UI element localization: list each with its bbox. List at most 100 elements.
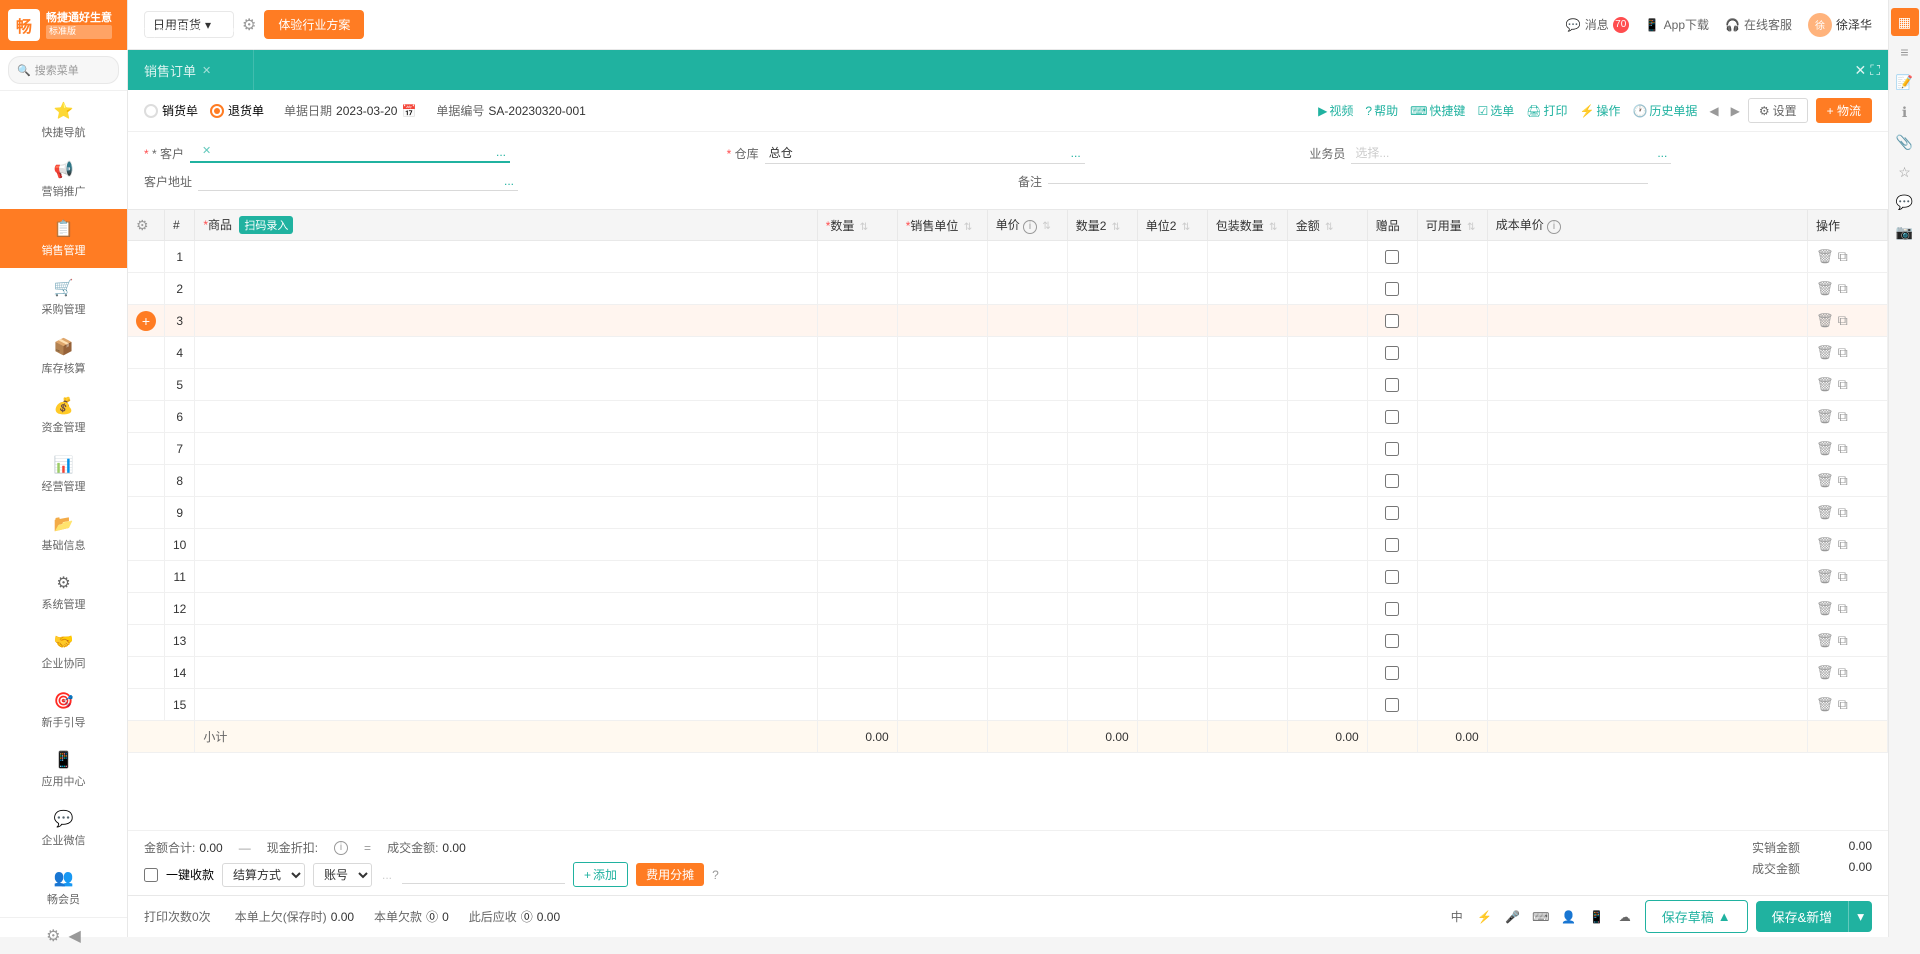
available-cell[interactable]	[1417, 657, 1487, 689]
copy-row-icon[interactable]: ⧉	[1838, 696, 1848, 713]
cost-price-cell[interactable]	[1487, 497, 1807, 529]
amount-cell[interactable]	[1287, 433, 1367, 465]
price-cell[interactable]	[987, 529, 1067, 561]
calc-method-select[interactable]: 结算方式	[222, 863, 305, 887]
return-radio[interactable]: 退货单	[210, 102, 264, 119]
salesperson-input[interactable]: 选择... ...	[1351, 142, 1671, 164]
right-panel-table-view-button[interactable]: ▦	[1891, 8, 1919, 36]
s-icon-7[interactable]: ☁	[1613, 905, 1637, 929]
amount-input[interactable]	[402, 865, 565, 884]
copy-row-icon[interactable]: ⧉	[1838, 312, 1848, 329]
product-cell[interactable]	[195, 465, 817, 497]
gift-checkbox[interactable]	[1385, 314, 1399, 328]
sidebar-item-guide[interactable]: 🎯新手引导	[0, 681, 127, 740]
qty2-cell[interactable]	[1067, 369, 1137, 401]
price-cell[interactable]	[987, 369, 1067, 401]
unit2-cell[interactable]	[1137, 401, 1207, 433]
calendar-icon[interactable]: 📅	[401, 104, 416, 118]
copy-row-icon[interactable]: ⧉	[1838, 568, 1848, 585]
delete-row-icon[interactable]: 🗑	[1816, 344, 1834, 361]
copy-row-icon[interactable]: ⧉	[1838, 536, 1848, 553]
sidebar-item-sales[interactable]: 📋销售管理	[0, 209, 127, 268]
unit-cell[interactable]	[897, 369, 987, 401]
available-cell[interactable]	[1417, 689, 1487, 721]
one-click-payment-checkbox[interactable]	[144, 868, 158, 882]
product-cell[interactable]	[195, 241, 817, 273]
qty-cell[interactable]	[817, 465, 897, 497]
unit-cell[interactable]	[897, 465, 987, 497]
gift-checkbox[interactable]	[1385, 346, 1399, 360]
sidebar-item-enterprise[interactable]: 🤝企业协同	[0, 622, 127, 681]
copy-row-icon[interactable]: ⧉	[1838, 472, 1848, 489]
gift-cell[interactable]	[1367, 401, 1417, 433]
right-panel-info-button[interactable]: ℹ	[1891, 98, 1919, 126]
product-cell[interactable]	[195, 593, 817, 625]
cost-price-cell[interactable]	[1487, 401, 1807, 433]
right-panel-notes-button[interactable]: 📝	[1891, 68, 1919, 96]
unit2-cell[interactable]	[1137, 625, 1207, 657]
amount-cell[interactable]	[1287, 529, 1367, 561]
operate-link[interactable]: ⚡ 操作	[1579, 102, 1620, 119]
price-cell[interactable]	[987, 337, 1067, 369]
user-menu-button[interactable]: 徐 徐泽华	[1808, 13, 1872, 37]
copy-row-icon[interactable]: ⧉	[1838, 664, 1848, 681]
pack-qty-cell[interactable]	[1207, 465, 1287, 497]
delete-row-icon[interactable]: 🗑	[1816, 696, 1834, 713]
pack-qty-cell[interactable]	[1207, 305, 1287, 337]
cost-price-cell[interactable]	[1487, 529, 1807, 561]
product-cell[interactable]	[195, 561, 817, 593]
qty-cell[interactable]	[817, 337, 897, 369]
gift-checkbox[interactable]	[1385, 282, 1399, 296]
pack-qty-cell[interactable]	[1207, 369, 1287, 401]
qty-cell[interactable]	[817, 561, 897, 593]
qty2-cell[interactable]	[1067, 273, 1137, 305]
gift-checkbox[interactable]	[1385, 698, 1399, 712]
tab-home[interactable]: 首页	[128, 0, 254, 10]
unit2-cell[interactable]	[1137, 561, 1207, 593]
messages-button[interactable]: 💬 消息 70	[1566, 16, 1629, 33]
print-link[interactable]: 🖨 打印	[1526, 102, 1567, 119]
gift-cell[interactable]	[1367, 593, 1417, 625]
customer-service-button[interactable]: 🎧 在线客服	[1725, 16, 1792, 33]
qty-cell[interactable]	[817, 433, 897, 465]
right-panel-attach-button[interactable]: 📎	[1891, 128, 1919, 156]
delete-row-icon[interactable]: 🗑	[1816, 376, 1834, 393]
qty-cell[interactable]	[817, 593, 897, 625]
logistics-button[interactable]: + 物流	[1816, 98, 1872, 123]
unit2-cell[interactable]	[1137, 657, 1207, 689]
gift-cell[interactable]	[1367, 625, 1417, 657]
cost-price-cell[interactable]	[1487, 465, 1807, 497]
s-icon-6[interactable]: 📱	[1585, 905, 1609, 929]
amount-cell[interactable]	[1287, 465, 1367, 497]
amount-cell[interactable]	[1287, 273, 1367, 305]
pack-qty-cell[interactable]	[1207, 657, 1287, 689]
qty-cell[interactable]	[817, 241, 897, 273]
qty2-cell[interactable]	[1067, 433, 1137, 465]
discount-info-icon[interactable]: i	[334, 841, 348, 855]
unit2-cell[interactable]	[1137, 337, 1207, 369]
amount-cell[interactable]	[1287, 689, 1367, 721]
unit-cell[interactable]	[897, 305, 987, 337]
price-cell[interactable]	[987, 433, 1067, 465]
cost-price-cell[interactable]	[1487, 369, 1807, 401]
gift-checkbox[interactable]	[1385, 570, 1399, 584]
tab-sales-order[interactable]: 销售订单✕	[128, 50, 254, 90]
close-all-tabs-button[interactable]: ✕	[1854, 62, 1866, 79]
column-settings-header[interactable]: ⚙	[128, 210, 165, 241]
qty2-cell[interactable]	[1067, 689, 1137, 721]
copy-row-icon[interactable]: ⧉	[1838, 344, 1848, 361]
s-icon-2[interactable]: ⚡	[1473, 905, 1497, 929]
gift-checkbox[interactable]	[1385, 378, 1399, 392]
pack-qty-cell[interactable]	[1207, 337, 1287, 369]
pack-qty-cell[interactable]	[1207, 529, 1287, 561]
qty-cell[interactable]	[817, 689, 897, 721]
available-cell[interactable]	[1417, 465, 1487, 497]
gift-cell[interactable]	[1367, 273, 1417, 305]
pack-qty-cell[interactable]	[1207, 561, 1287, 593]
gift-checkbox[interactable]	[1385, 410, 1399, 424]
right-panel-list-view-button[interactable]: ≡	[1891, 38, 1919, 66]
fullscreen-button[interactable]: ⛶	[1870, 62, 1880, 79]
cost-price-cell[interactable]	[1487, 241, 1807, 273]
customer-input[interactable]: ...	[190, 143, 510, 163]
available-cell[interactable]	[1417, 369, 1487, 401]
